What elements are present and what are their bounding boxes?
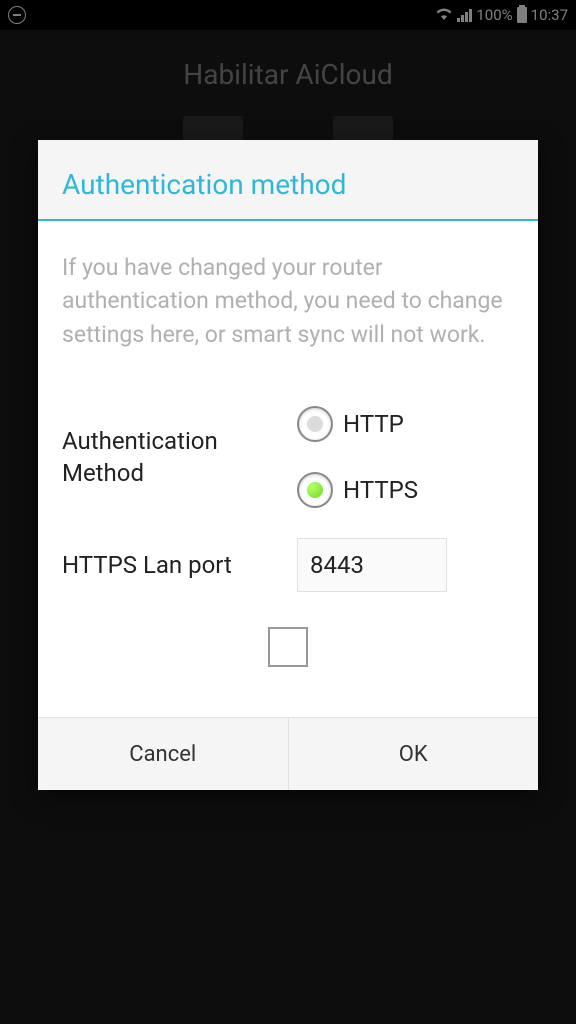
ok-button[interactable]: OK bbox=[289, 718, 539, 790]
cancel-button[interactable]: Cancel bbox=[38, 718, 289, 790]
authentication-dialog: Authentication method If you have change… bbox=[38, 140, 538, 790]
dialog-footer: Cancel OK bbox=[38, 717, 538, 790]
auth-method-radio-group: HTTP HTTPS bbox=[297, 406, 514, 508]
auth-method-label: Authentication Method bbox=[62, 425, 297, 490]
dialog-title: Authentication method bbox=[62, 168, 514, 201]
https-port-input[interactable] bbox=[297, 538, 447, 592]
radio-https[interactable]: HTTPS bbox=[297, 472, 514, 508]
dialog-header: Authentication method bbox=[38, 140, 538, 219]
radio-icon bbox=[297, 472, 333, 508]
radio-https-label: HTTPS bbox=[343, 476, 418, 504]
radio-http-label: HTTP bbox=[343, 410, 404, 438]
dialog-description: If you have changed your router authenti… bbox=[62, 251, 514, 351]
dialog-body: If you have changed your router authenti… bbox=[38, 221, 538, 717]
checkbox[interactable] bbox=[268, 627, 308, 667]
port-label: HTTPS Lan port bbox=[62, 549, 297, 581]
dialog-overlay: Authentication method If you have change… bbox=[0, 0, 576, 1024]
radio-icon bbox=[297, 406, 333, 442]
radio-http[interactable]: HTTP bbox=[297, 406, 514, 442]
